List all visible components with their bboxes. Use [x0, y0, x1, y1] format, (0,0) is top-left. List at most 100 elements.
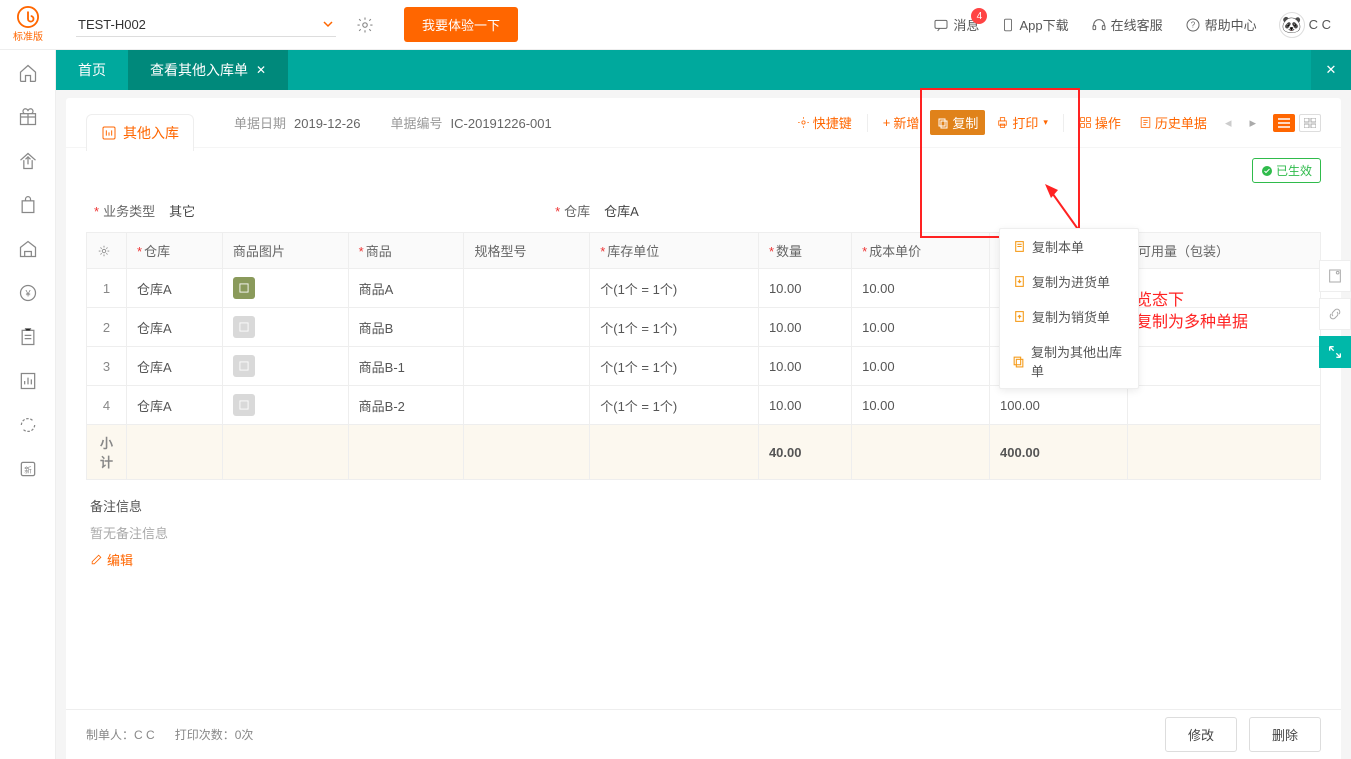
headset-icon: [1091, 17, 1107, 33]
app-download-link[interactable]: App下载: [1001, 15, 1068, 34]
history-button[interactable]: 历史单据: [1132, 110, 1214, 135]
logo-sub: 标准版: [13, 28, 43, 43]
sidebar: ¥ 新: [0, 50, 56, 759]
warehouse-value: 仓库A: [604, 204, 639, 219]
sidebar-home-icon[interactable]: [17, 62, 39, 84]
logo[interactable]: 标准版: [0, 6, 56, 43]
product-image: [233, 394, 255, 416]
col-header: *商品: [348, 233, 464, 269]
tab-home[interactable]: 首页: [56, 50, 128, 90]
phone-icon: [1001, 17, 1015, 33]
close-icon[interactable]: ✕: [256, 63, 266, 77]
biz-type-value: 其它: [169, 204, 195, 219]
col-header: *数量: [758, 233, 851, 269]
other-doc-icon: [1012, 354, 1025, 368]
trial-button[interactable]: 我要体验一下: [404, 7, 518, 42]
avatar: 🐼: [1279, 12, 1305, 38]
col-header: 可用量（包装）: [1127, 233, 1320, 269]
ops-button[interactable]: 操作: [1072, 110, 1128, 135]
user-menu[interactable]: 🐼 C C: [1279, 12, 1331, 38]
subtotal-row: 小计40.00400.00: [87, 425, 1321, 480]
print-icon: [996, 116, 1009, 129]
inbound-icon: [101, 125, 117, 141]
doc-number: IC-20191226-001: [451, 116, 552, 131]
sidebar-clipboard-icon[interactable]: [17, 326, 39, 348]
org-selector[interactable]: TEST-H002: [76, 13, 336, 37]
check-icon: [1261, 165, 1273, 177]
add-button[interactable]: +新增: [876, 110, 927, 135]
doc-type-tab[interactable]: 其他入库: [86, 114, 194, 151]
outbound-doc-icon: [1012, 310, 1026, 324]
sidebar-gift-icon[interactable]: [17, 106, 39, 128]
col-header: *库存单位: [590, 233, 759, 269]
prev-button[interactable]: ◂: [1218, 112, 1239, 134]
sidebar-upload-icon[interactable]: [17, 150, 39, 172]
print-count: 0次: [235, 728, 254, 742]
copy-to-purchase[interactable]: 复制为进货单: [1000, 264, 1138, 299]
help-icon: ?: [1185, 17, 1201, 33]
inbound-doc-icon: [1012, 275, 1026, 289]
sidebar-sync-icon[interactable]: [17, 414, 39, 436]
col-header: 商品图片: [222, 233, 348, 269]
remark-empty: 暂无备注信息: [90, 523, 1317, 542]
grid-icon: [1079, 116, 1092, 129]
footer-bar: 制单人：C C 打印次数：0次 修改 删除: [66, 709, 1341, 759]
doc-icon: [1012, 240, 1026, 254]
sidebar-new-icon[interactable]: 新: [17, 458, 39, 480]
svg-text:新: 新: [24, 464, 32, 474]
col-header: 规格型号: [464, 233, 590, 269]
sidebar-bag-icon[interactable]: [17, 194, 39, 216]
product-image: [233, 355, 255, 377]
tab-view-inbound[interactable]: 查看其他入库单 ✕: [128, 50, 288, 90]
product-image: [233, 316, 255, 338]
help-center-link[interactable]: ? 帮助中心: [1185, 15, 1257, 34]
right-dock: [1319, 260, 1351, 368]
remark-edit-button[interactable]: 编辑: [90, 550, 1317, 569]
card-header: 其他入库 单据日期2019-12-26 单据编号IC-20191226-001 …: [66, 98, 1341, 148]
main: 首页 查看其他入库单 ✕ ✕ 其他入库 单据日期2019-12-26 单据编号I…: [56, 50, 1351, 759]
sidebar-warehouse-icon[interactable]: [17, 238, 39, 260]
chevron-down-icon: [322, 18, 334, 30]
shortcut-button[interactable]: 快捷键: [790, 110, 859, 135]
copy-to-sales[interactable]: 复制为销货单: [1000, 299, 1138, 334]
tabbar: 首页 查看其他入库单 ✕ ✕: [56, 50, 1351, 90]
sidebar-money-icon[interactable]: ¥: [17, 282, 39, 304]
message-icon: [933, 17, 949, 33]
dock-link-icon[interactable]: [1319, 298, 1351, 330]
form-row: *业务类型其它 *仓库仓库A: [66, 183, 1341, 232]
copy-this-doc[interactable]: 复制本单: [1000, 229, 1138, 264]
maker-value: C C: [134, 728, 155, 742]
dock-note-icon[interactable]: [1319, 260, 1351, 292]
delete-button[interactable]: 删除: [1249, 717, 1321, 752]
customer-service-link[interactable]: 在线客服: [1091, 15, 1163, 34]
copy-to-other-out[interactable]: 复制为其他出库单: [1000, 334, 1138, 388]
table-row[interactable]: 4仓库A商品B-2个(1个 = 1个)10.0010.00100.00: [87, 386, 1321, 425]
messages-link[interactable]: 消息 4: [933, 15, 979, 34]
gear-icon[interactable]: [356, 16, 374, 34]
message-badge: 4: [971, 8, 987, 24]
chevron-down-icon: ▾: [1043, 117, 1048, 128]
copy-dropdown: 复制本单 复制为进货单 复制为销货单 复制为其他出库单: [999, 228, 1139, 389]
view-card-button[interactable]: [1299, 114, 1321, 132]
dock-expand-icon[interactable]: [1319, 336, 1351, 368]
history-icon: [1139, 116, 1152, 129]
col-header: *成本单价: [852, 233, 990, 269]
next-button[interactable]: ▸: [1242, 112, 1263, 134]
sidebar-report-icon[interactable]: [17, 370, 39, 392]
svg-text:¥: ¥: [24, 288, 31, 298]
view-list-button[interactable]: [1273, 114, 1295, 132]
remark-title: 备注信息: [90, 496, 1317, 515]
svg-text:?: ?: [1190, 20, 1195, 29]
modify-button[interactable]: 修改: [1165, 717, 1237, 752]
edit-icon: [90, 553, 103, 566]
org-name: TEST-H002: [78, 17, 146, 32]
remark-section: 备注信息 暂无备注信息 编辑: [66, 480, 1341, 585]
top-header: 标准版 TEST-H002 我要体验一下 消息 4 App下载 在线客服 ? 帮…: [0, 0, 1351, 50]
tabbar-close-all[interactable]: ✕: [1311, 50, 1351, 90]
copy-icon: [937, 117, 949, 129]
print-button[interactable]: 打印▾: [989, 110, 1055, 135]
table-gear-icon[interactable]: [97, 244, 116, 258]
product-image: [233, 277, 255, 299]
col-header: *仓库: [127, 233, 223, 269]
copy-button[interactable]: 复制: [930, 110, 985, 135]
